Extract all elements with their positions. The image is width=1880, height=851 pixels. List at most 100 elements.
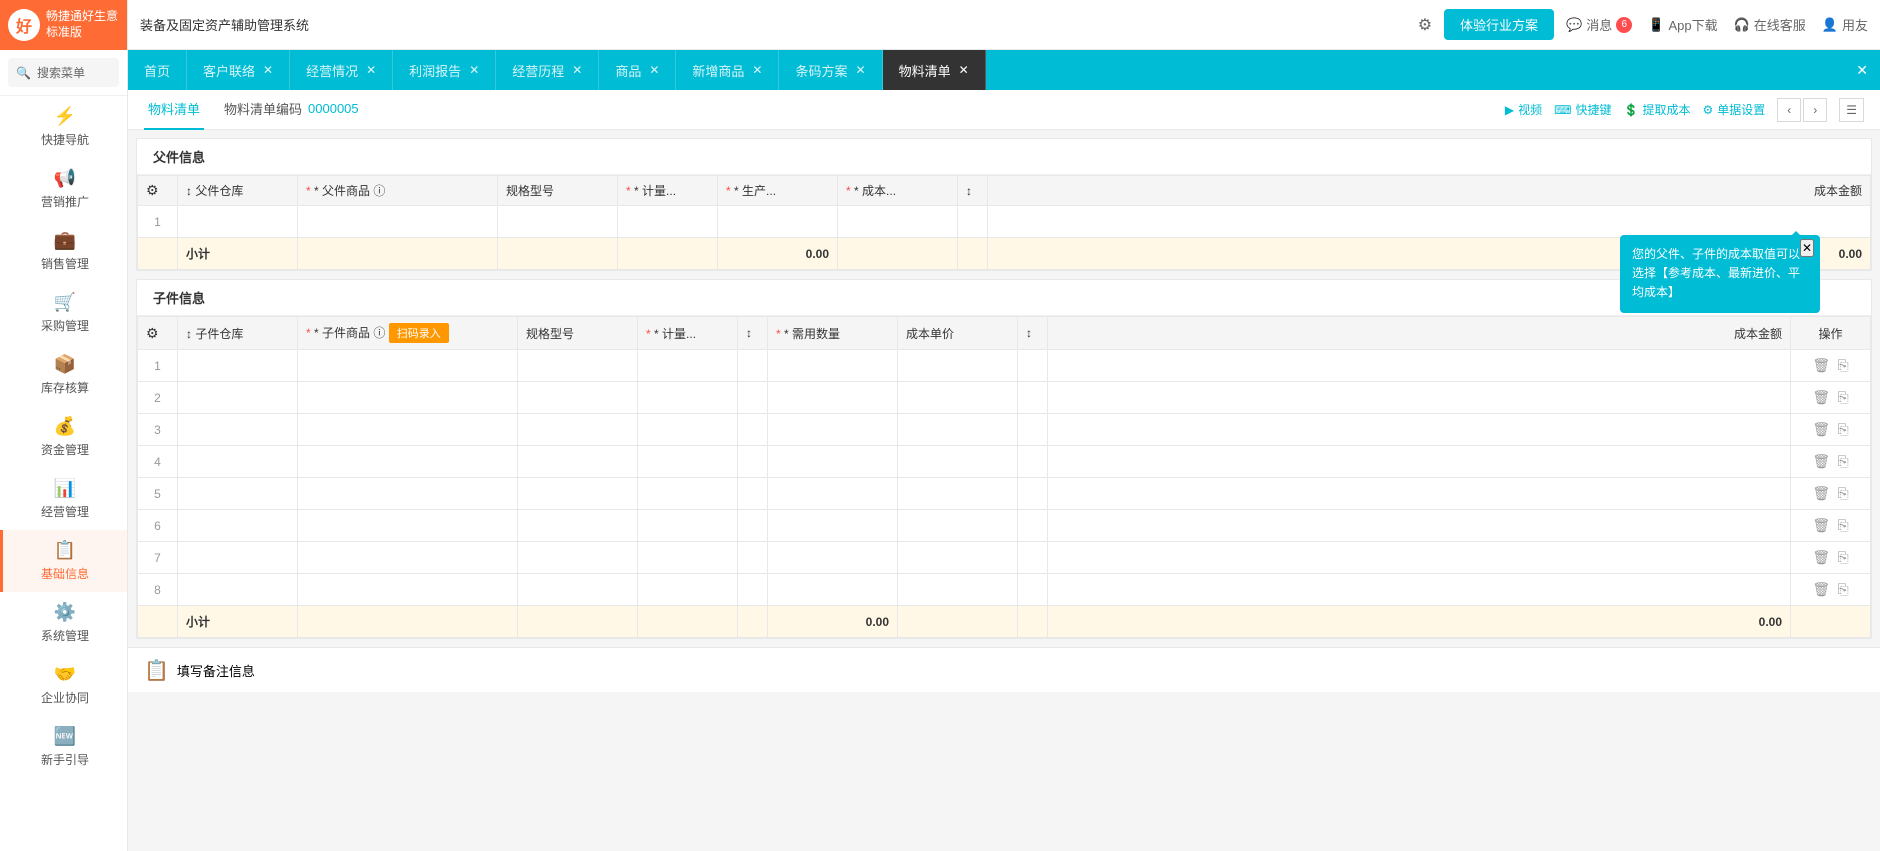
user-icon: 👤: [1822, 17, 1838, 33]
tab-home[interactable]: 首页: [128, 50, 187, 90]
sidebar-item-finance[interactable]: 💰 资金管理: [0, 406, 127, 468]
child-col-warehouse: ↕ 子件仓库: [178, 317, 298, 350]
sidebar-item-basic[interactable]: 📋 基础信息: [0, 530, 127, 592]
tab-close-history[interactable]: ✕: [572, 63, 582, 77]
settings-gear-icon[interactable]: ⚙: [1418, 15, 1432, 35]
system-title: 装备及固定资产辅助管理系统: [140, 15, 1406, 34]
sub-tab-list[interactable]: 物料清单: [144, 90, 204, 130]
delete-row-button[interactable]: 🗑: [1810, 579, 1832, 600]
tab-close-profit[interactable]: ✕: [469, 63, 479, 77]
message-button[interactable]: 💬 消息 6: [1566, 15, 1632, 34]
delete-row-button[interactable]: 🗑: [1810, 547, 1832, 568]
parent-col-product: * * 父件商品 ⓘ: [298, 176, 498, 206]
settings-link[interactable]: ⚙ 单据设置: [1702, 101, 1765, 118]
table-row: 1 🗑 ⎘: [138, 350, 1871, 382]
parent-section: 父件信息 ⚙ ↕ 父件仓库 * * 父件商品 ⓘ 规: [136, 138, 1872, 271]
copy-row-button[interactable]: ⎘: [1835, 547, 1850, 568]
child-col-unit: * * 计量...: [638, 317, 738, 350]
finance-icon: 💰: [54, 416, 76, 437]
tab-profit[interactable]: 利润报告 ✕: [393, 50, 496, 90]
tab-barcode[interactable]: 条码方案 ✕: [779, 50, 882, 90]
copy-row-button[interactable]: ⎘: [1835, 579, 1850, 600]
sidebar: 好 畅捷通好生意 标准版 🔍 搜索菜单 ⚡ 快捷导航 📢 营销推广 💼 销售管理…: [0, 0, 128, 851]
table-row: 1: [138, 206, 1871, 238]
grid-view-button[interactable]: ☰: [1839, 98, 1864, 122]
tab-close-newproduct[interactable]: ✕: [752, 63, 762, 77]
tooltip-close-button[interactable]: ✕: [1800, 239, 1814, 257]
sidebar-item-quicknav[interactable]: ⚡ 快捷导航: [0, 96, 127, 158]
tab-close-customer[interactable]: ✕: [263, 63, 273, 77]
delete-row-button[interactable]: 🗑: [1810, 515, 1832, 536]
sidebar-item-purchase[interactable]: 🛒 采购管理: [0, 282, 127, 344]
child-col-settings: ⚙: [138, 317, 178, 350]
delete-row-button[interactable]: 🗑: [1810, 483, 1832, 504]
sidebar-item-system[interactable]: ⚙️ 系统管理: [0, 592, 127, 654]
child-subtotal-row: 小计 0.00 0.00: [138, 606, 1871, 638]
copy-row-button[interactable]: ⎘: [1835, 451, 1850, 472]
sidebar-item-marketing[interactable]: 📢 营销推广: [0, 158, 127, 220]
copy-row-button[interactable]: ⎘: [1835, 387, 1850, 408]
basic-icon: 📋: [54, 540, 76, 561]
sub-tab-edit[interactable]: 物料清单编码 0000005: [220, 90, 363, 130]
table-row: 3 🗑 ⎘: [138, 414, 1871, 446]
user-button[interactable]: 👤 用友: [1822, 15, 1868, 34]
cost-link[interactable]: 💲 提取成本: [1623, 101, 1690, 118]
tabbar: 首页 客户联络 ✕ 经营情况 ✕ 利润报告 ✕ 经营历程 ✕ 商品 ✕ 新增商品…: [128, 50, 1880, 90]
marketing-icon: 📢: [54, 168, 76, 189]
scan-button[interactable]: 扫码录入: [389, 323, 449, 343]
sales-icon: 💼: [54, 230, 76, 251]
child-section: 子件信息 ⚙ ↕ 子件仓库 * * 子件商品 ⓘ: [136, 279, 1872, 639]
child-col-unitcost: 成本单价: [898, 317, 1018, 350]
tab-newproduct[interactable]: 新增商品 ✕: [676, 50, 779, 90]
tab-history[interactable]: 经营历程 ✕: [496, 50, 599, 90]
nav-arrows: ‹ ›: [1777, 98, 1827, 122]
sidebar-item-operations[interactable]: 📊 经营管理: [0, 468, 127, 530]
table-row: 6 🗑 ⎘: [138, 510, 1871, 542]
sidebar-item-guide[interactable]: 🆕 新手引导: [0, 716, 127, 778]
child-col-spec: 规格型号: [518, 317, 638, 350]
experience-button[interactable]: 体验行业方案: [1444, 9, 1554, 40]
search-area: 🔍 搜索菜单: [0, 50, 127, 96]
cost-icon: 💲: [1623, 103, 1638, 117]
child-settings-icon[interactable]: ⚙: [146, 325, 159, 341]
tab-close-barcode[interactable]: ✕: [856, 63, 866, 77]
topbar-actions: 💬 消息 6 📱 App下载 🎧 在线客服 👤 用友: [1566, 15, 1868, 34]
sidebar-item-inventory[interactable]: 📦 库存核算: [0, 344, 127, 406]
tab-products[interactable]: 商品 ✕: [599, 50, 676, 90]
copy-row-button[interactable]: ⎘: [1835, 419, 1850, 440]
search-menu-button[interactable]: 🔍 搜索菜单: [8, 58, 119, 87]
page-content: 物料清单 物料清单编码 0000005 ▶ 视频 ⌨ 快捷键 💲 提取成本: [128, 90, 1880, 851]
sidebar-item-sales[interactable]: 💼 销售管理: [0, 220, 127, 282]
tab-close-bom[interactable]: ✕: [959, 63, 969, 77]
parent-table: ⚙ ↕ 父件仓库 * * 父件商品 ⓘ 规格型号 * * 计量...: [137, 175, 1871, 270]
tab-close-all-button[interactable]: ✕: [1844, 62, 1880, 79]
delete-row-button[interactable]: 🗑: [1810, 355, 1832, 376]
sub-header: 物料清单 物料清单编码 0000005 ▶ 视频 ⌨ 快捷键 💲 提取成本: [128, 90, 1880, 130]
delete-row-button[interactable]: 🗑: [1810, 387, 1832, 408]
video-link[interactable]: ▶ 视频: [1505, 101, 1542, 118]
copy-row-button[interactable]: ⎘: [1835, 483, 1850, 504]
child-table: ⚙ ↕ 子件仓库 * * 子件商品 ⓘ 扫码录入 规格型号: [137, 316, 1871, 638]
copy-row-button[interactable]: ⎘: [1835, 355, 1850, 376]
cooperation-icon: 🤝: [54, 664, 76, 685]
delete-row-button[interactable]: 🗑: [1810, 451, 1832, 472]
tab-customer[interactable]: 客户联络 ✕: [187, 50, 290, 90]
table-row: 4 🗑 ⎘: [138, 446, 1871, 478]
parent-subtotal-row: 小计 0.00 0.00: [138, 238, 1871, 270]
child-col-actions: 操作: [1791, 317, 1871, 350]
delete-row-button[interactable]: 🗑: [1810, 419, 1832, 440]
prev-arrow[interactable]: ‹: [1777, 98, 1801, 122]
service-button[interactable]: 🎧 在线客服: [1734, 15, 1806, 34]
sidebar-item-cooperation[interactable]: 🤝 企业协同: [0, 654, 127, 716]
tab-close-operations[interactable]: ✕: [366, 63, 376, 77]
tab-bom[interactable]: 物料清单 ✕: [883, 50, 986, 90]
tab-close-products[interactable]: ✕: [649, 63, 659, 77]
topbar: 装备及固定资产辅助管理系统 ⚙ 体验行业方案 💬 消息 6 📱 App下载 🎧 …: [128, 0, 1880, 50]
app-download-button[interactable]: 📱 App下载: [1648, 15, 1717, 34]
parent-settings-icon[interactable]: ⚙: [146, 182, 159, 198]
shortcut-link[interactable]: ⌨ 快捷键: [1554, 101, 1611, 118]
next-arrow[interactable]: ›: [1803, 98, 1827, 122]
copy-row-button[interactable]: ⎘: [1835, 515, 1850, 536]
tab-operations[interactable]: 经营情况 ✕: [290, 50, 393, 90]
parent-col-manufacture: * * 生产...: [718, 176, 838, 206]
